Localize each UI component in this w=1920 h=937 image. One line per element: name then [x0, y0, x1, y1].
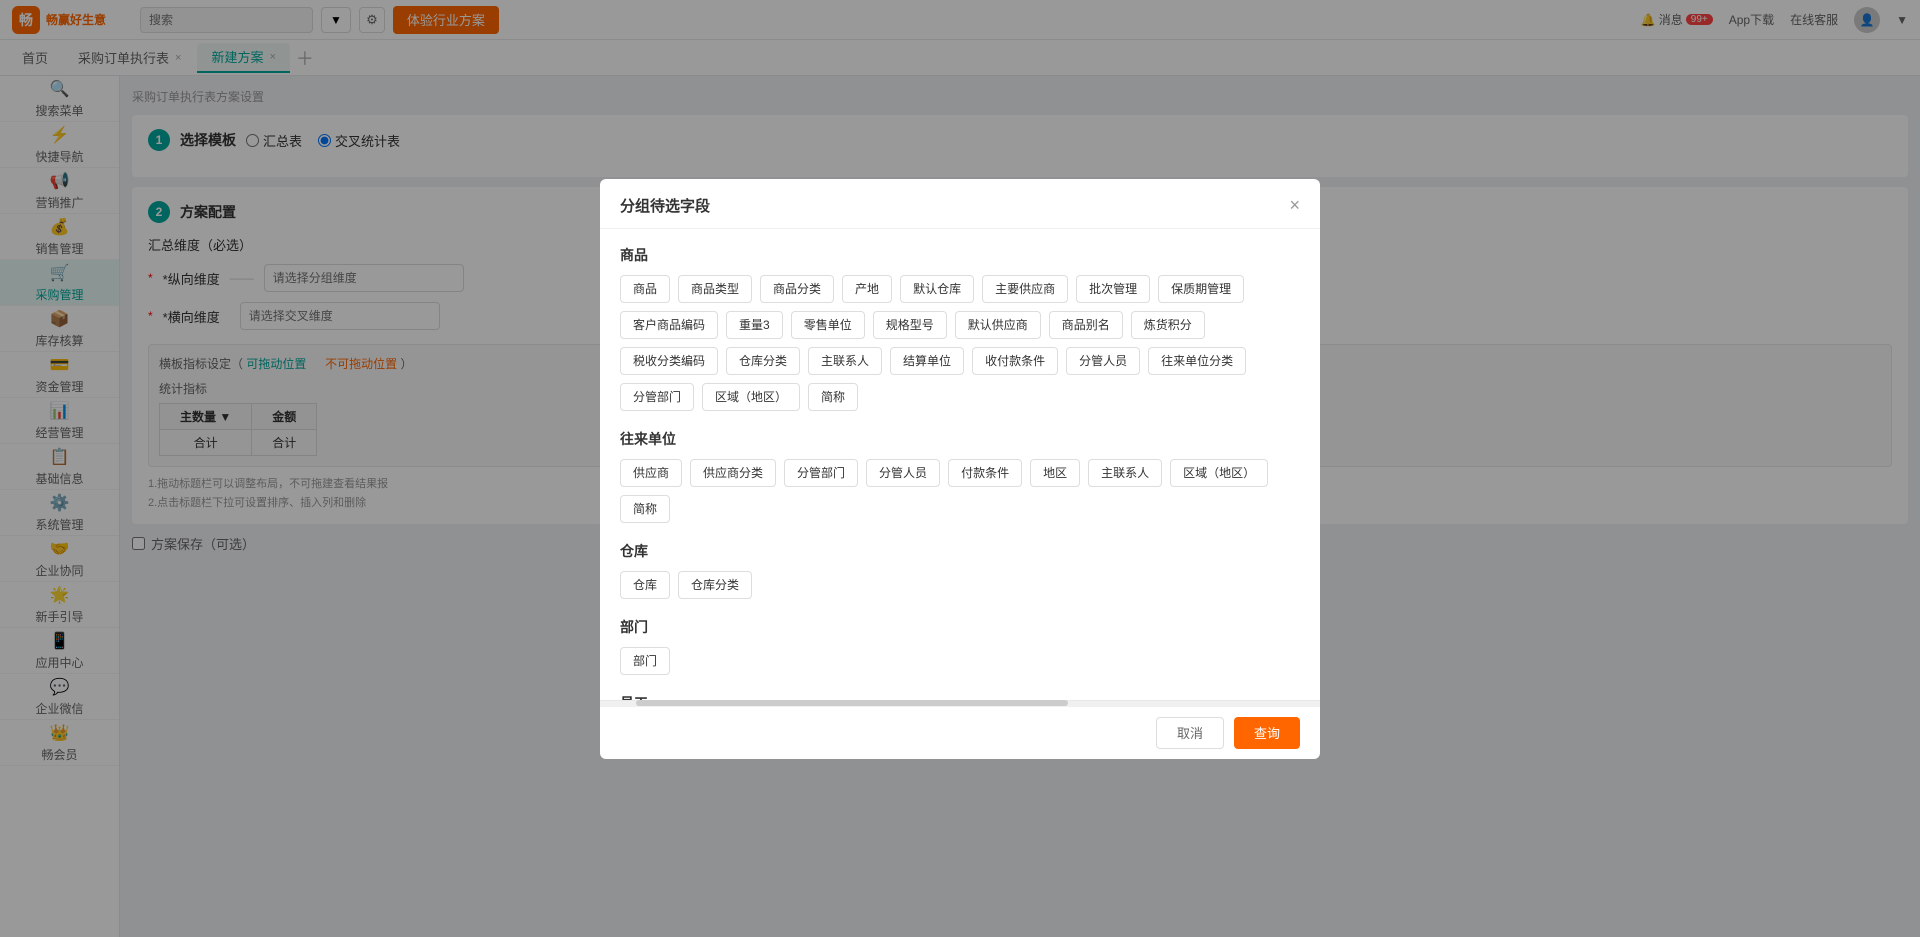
field-group-warehouse: 仓库 仓库 仓库分类: [620, 541, 1300, 599]
field-tags-partner: 供应商 供应商分类 分管部门 分管人员 付款条件 地区 主联系人 区域（地区） …: [620, 459, 1300, 523]
field-tag-partner-0[interactable]: 供应商: [620, 459, 682, 487]
field-group-product-title: 商品: [620, 245, 1300, 265]
field-tag-product-24[interactable]: 简称: [808, 383, 858, 411]
field-tag-partner-8[interactable]: 简称: [620, 495, 670, 523]
field-tag-product-8[interactable]: 客户商品编码: [620, 311, 718, 339]
field-tag-product-5[interactable]: 主要供应商: [982, 275, 1068, 303]
dialog-body: 商品 商品 商品类型 商品分类 产地 默认仓库 主要供应商 批次管理 保质期管理…: [600, 229, 1320, 700]
field-tag-department-0[interactable]: 部门: [620, 647, 670, 675]
field-tag-product-16[interactable]: 仓库分类: [726, 347, 800, 375]
field-tag-product-7[interactable]: 保质期管理: [1158, 275, 1244, 303]
modal-overlay: 分组待选字段 × 商品 商品 商品类型 商品分类 产地 默认仓库 主要供应商 批…: [0, 0, 1920, 937]
field-tag-warehouse-0[interactable]: 仓库: [620, 571, 670, 599]
field-tags-warehouse: 仓库 仓库分类: [620, 571, 1300, 599]
field-tag-product-21[interactable]: 往来单位分类: [1148, 347, 1246, 375]
field-tag-partner-6[interactable]: 主联系人: [1088, 459, 1162, 487]
field-group-partner: 往来单位 供应商 供应商分类 分管部门 分管人员 付款条件 地区 主联系人 区域…: [620, 429, 1300, 523]
field-tags-product: 商品 商品类型 商品分类 产地 默认仓库 主要供应商 批次管理 保质期管理 客户…: [620, 275, 1300, 411]
field-tag-product-1[interactable]: 商品类型: [678, 275, 752, 303]
dialog: 分组待选字段 × 商品 商品 商品类型 商品分类 产地 默认仓库 主要供应商 批…: [600, 179, 1320, 759]
field-tag-product-23[interactable]: 区域（地区）: [702, 383, 800, 411]
field-tag-partner-2[interactable]: 分管部门: [784, 459, 858, 487]
field-tag-partner-1[interactable]: 供应商分类: [690, 459, 776, 487]
field-group-department-title: 部门: [620, 617, 1300, 637]
dialog-footer: 取消 查询: [600, 706, 1320, 759]
field-tag-product-4[interactable]: 默认仓库: [900, 275, 974, 303]
field-tag-partner-7[interactable]: 区域（地区）: [1170, 459, 1268, 487]
dialog-header: 分组待选字段 ×: [600, 179, 1320, 229]
field-tag-product-20[interactable]: 分管人员: [1066, 347, 1140, 375]
field-tag-partner-4[interactable]: 付款条件: [948, 459, 1022, 487]
dialog-confirm-btn[interactable]: 查询: [1234, 717, 1300, 749]
field-group-department: 部门 部门: [620, 617, 1300, 675]
field-tag-product-11[interactable]: 规格型号: [873, 311, 947, 339]
field-group-employee: 员工 业务员: [620, 693, 1300, 700]
field-tag-product-0[interactable]: 商品: [620, 275, 670, 303]
dialog-cancel-btn[interactable]: 取消: [1156, 717, 1224, 749]
field-tag-product-6[interactable]: 批次管理: [1076, 275, 1150, 303]
field-group-warehouse-title: 仓库: [620, 541, 1300, 561]
field-tag-partner-5[interactable]: 地区: [1030, 459, 1080, 487]
field-tag-product-17[interactable]: 主联系人: [808, 347, 882, 375]
dialog-title: 分组待选字段: [620, 195, 710, 216]
field-tag-product-2[interactable]: 商品分类: [760, 275, 834, 303]
field-tag-product-14[interactable]: 炼货积分: [1131, 311, 1205, 339]
field-group-partner-title: 往来单位: [620, 429, 1300, 449]
field-tag-product-12[interactable]: 默认供应商: [955, 311, 1041, 339]
field-tags-department: 部门: [620, 647, 1300, 675]
field-tag-product-10[interactable]: 零售单位: [791, 311, 865, 339]
field-group-product: 商品 商品 商品类型 商品分类 产地 默认仓库 主要供应商 批次管理 保质期管理…: [620, 245, 1300, 411]
field-tag-partner-3[interactable]: 分管人员: [866, 459, 940, 487]
field-tag-product-15[interactable]: 税收分类编码: [620, 347, 718, 375]
field-tag-warehouse-1[interactable]: 仓库分类: [678, 571, 752, 599]
field-tag-product-19[interactable]: 收付款条件: [972, 347, 1058, 375]
field-group-employee-title: 员工: [620, 693, 1300, 700]
field-tag-product-18[interactable]: 结算单位: [890, 347, 964, 375]
field-tag-product-9[interactable]: 重量3: [726, 311, 783, 339]
field-tag-product-3[interactable]: 产地: [842, 275, 892, 303]
dialog-close-btn[interactable]: ×: [1289, 196, 1300, 214]
field-tag-product-13[interactable]: 商品别名: [1049, 311, 1123, 339]
field-tag-product-22[interactable]: 分管部门: [620, 383, 694, 411]
